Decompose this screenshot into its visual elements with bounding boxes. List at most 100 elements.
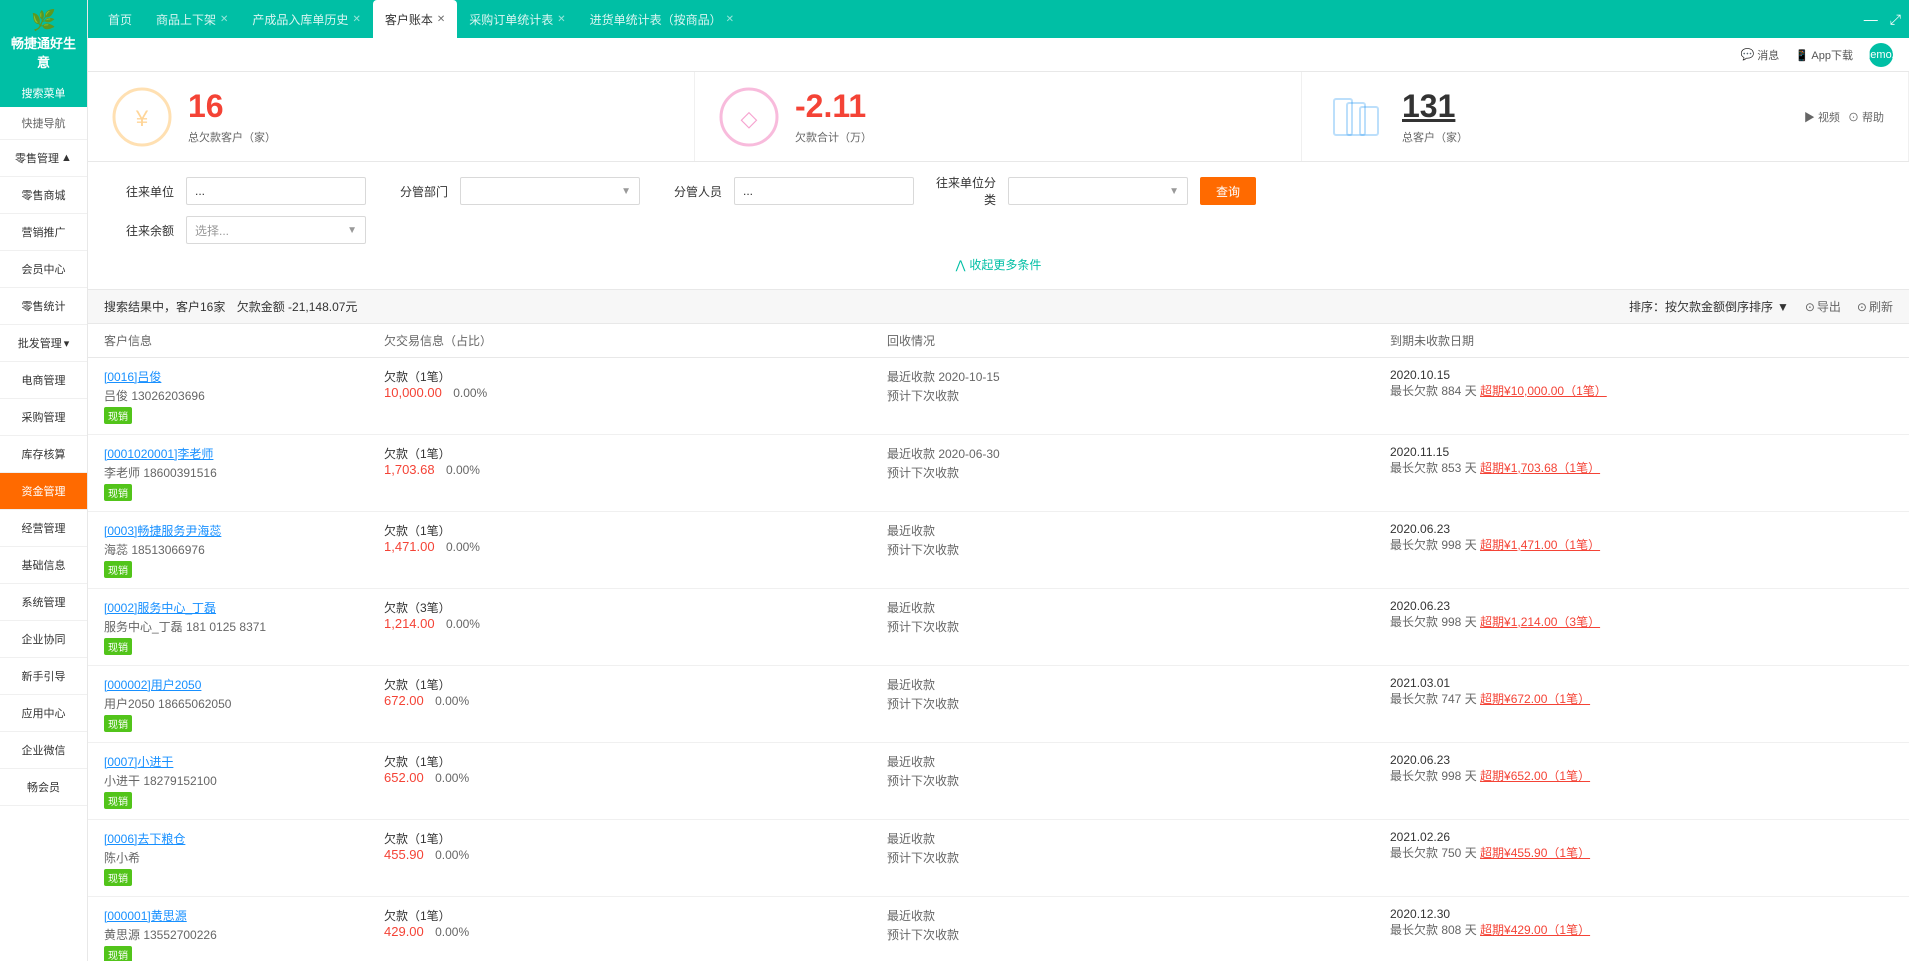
sidebar-item-search-menu[interactable]: 搜索菜单 [0, 79, 87, 107]
sidebar-item-ops-mgmt[interactable]: 经营管理 [0, 510, 87, 547]
customer-code[interactable]: [0003]畅捷服务尹海蕊 [104, 522, 384, 539]
due-info-cell: 2020.06.23 最长欠款 998 天 超期¥652.00（1笔） [1390, 753, 1893, 784]
overdue-days: 最长欠款 747 天 [1390, 692, 1480, 706]
last-collect: 最近收款 [887, 907, 1390, 924]
sidebar-item-retail-mgmt[interactable]: 零售管理 ▲ [0, 140, 87, 177]
debt-pct: 0.00% [435, 771, 469, 785]
overdue-amount[interactable]: 超期¥10,000.00（1笔） [1480, 384, 1607, 398]
customer-code[interactable]: [0001020001]李老师 [104, 445, 384, 462]
sidebar-item-purchase-mgmt[interactable]: 采购管理 [0, 399, 87, 436]
overdue-amount[interactable]: 超期¥455.90（1笔） [1480, 846, 1590, 860]
customer-info-cell: [0003]畅捷服务尹海蕊 海蕊 18513066976 现销 [104, 522, 384, 578]
sidebar-item-quick-nav[interactable]: 快捷导航 [0, 107, 87, 140]
help-button[interactable]: ⊙ 帮助 [1848, 109, 1884, 125]
filter-label-manager: 分管人员 [652, 183, 722, 200]
message-button[interactable]: 💬 消息 [1741, 47, 1780, 63]
col-header-customer: 客户信息 [104, 332, 384, 349]
overdue-amount[interactable]: 超期¥672.00（1笔） [1480, 692, 1590, 706]
last-collect: 最近收款 [887, 599, 1390, 616]
stat-value-debt: -2.11 [795, 88, 872, 125]
debt-count: 欠款（1笔） [384, 830, 887, 847]
col-header-debt: 欠交易信息（占比） [384, 332, 887, 349]
sidebar-item-retail-stats[interactable]: 零售统计 [0, 288, 87, 325]
due-info-cell: 2020.10.15 最长欠款 884 天 超期¥10,000.00（1笔） [1390, 368, 1893, 399]
query-button[interactable]: 查询 [1200, 177, 1256, 205]
debt-count: 欠款（3笔） [384, 599, 887, 616]
due-info-cell: 2020.11.15 最长欠款 853 天 超期¥1,703.68（1笔） [1390, 445, 1893, 476]
filter-input-unit[interactable]: ... [186, 177, 366, 205]
sidebar-item-finance[interactable]: 资金管理 [0, 473, 87, 510]
collapse-button[interactable]: ⋀ 收起更多条件 [104, 252, 1893, 277]
customer-contact: 吕俊 13026203696 [104, 387, 384, 404]
sidebar-item-batch-mgmt[interactable]: 批发管理 ▾ [0, 325, 87, 362]
close-icon[interactable]: ✕ [557, 14, 565, 25]
filter-input-manager[interactable]: ... [734, 177, 914, 205]
sidebar-item-retail-mall[interactable]: 零售商城 [0, 177, 87, 214]
collect-info-cell: 最近收款 预计下次收款 [887, 522, 1390, 558]
filter-select-balance[interactable]: 选择... ▼ [186, 216, 366, 244]
close-icon[interactable]: ✕ [352, 14, 360, 25]
customer-code[interactable]: [0006]去下粮仓 [104, 830, 384, 847]
chevron-down-icon: ▼ [1777, 300, 1789, 314]
customer-tag: 现销 [104, 638, 132, 655]
maximize-icon[interactable]: ⤢ [1890, 11, 1901, 28]
sidebar-item-vip-member[interactable]: 畅会员 [0, 769, 87, 806]
due-date: 2020.06.23 [1390, 522, 1893, 536]
sidebar-item-basic-info[interactable]: 基础信息 [0, 547, 87, 584]
sidebar-item-marketing[interactable]: 营销推广 [0, 214, 87, 251]
close-icon[interactable]: ✕ [220, 14, 228, 25]
tab-home[interactable]: 首页 [96, 0, 144, 38]
refresh-button[interactable]: ⊙ 刷新 [1857, 298, 1893, 315]
customer-code[interactable]: [0002]服务中心_丁磊 [104, 599, 384, 616]
table-row: [0016]吕俊 吕俊 13026203696 现销 欠款（1笔） 10,000… [88, 358, 1909, 435]
app-logo[interactable]: 🌿 畅捷通好生意 [0, 0, 87, 79]
customer-tag: 现销 [104, 484, 132, 501]
filter-label-dept: 分管部门 [378, 183, 448, 200]
tab-products[interactable]: 商品上下架 ✕ [144, 0, 240, 38]
customer-code[interactable]: [0016]吕俊 [104, 368, 384, 385]
sidebar-item-app-center[interactable]: 应用中心 [0, 695, 87, 732]
filter-select-dept[interactable]: ▼ [460, 177, 640, 205]
stat-value-total: 131 [1402, 88, 1468, 125]
overdue-amount[interactable]: 超期¥1,214.00（3笔） [1480, 615, 1600, 629]
customer-code[interactable]: [0007]小进干 [104, 753, 384, 770]
debt-count: 欠款（1笔） [384, 445, 887, 462]
sidebar-item-system-mgmt[interactable]: 系统管理 [0, 584, 87, 621]
close-icon[interactable]: ✕ [437, 14, 445, 25]
due-date: 2020.11.15 [1390, 445, 1893, 459]
customer-code[interactable]: [000002]用户2050 [104, 676, 384, 693]
sidebar-item-new-guide[interactable]: 新手引导 [0, 658, 87, 695]
sidebar-item-enterprise-wechat[interactable]: 企业微信 [0, 732, 87, 769]
debt-pct: 0.00% [446, 540, 480, 554]
due-info-cell: 2021.03.01 最长欠款 747 天 超期¥672.00（1笔） [1390, 676, 1893, 707]
overdue-amount[interactable]: 超期¥429.00（1笔） [1480, 923, 1590, 937]
tab-customer-account[interactable]: 客户账本 ✕ [373, 0, 457, 38]
sidebar-item-member-center[interactable]: 会员中心 [0, 251, 87, 288]
collect-info-cell: 最近收款 预计下次收款 [887, 599, 1390, 635]
export-button[interactable]: ⊙ 导出 [1805, 298, 1841, 315]
close-icon[interactable]: ✕ [726, 14, 734, 25]
next-collect: 预计下次收款 [887, 926, 1390, 943]
tab-stock-stats[interactable]: 进货单统计表（按商品） ✕ [578, 0, 746, 38]
sidebar-item-warehouse[interactable]: 库存核算 [0, 436, 87, 473]
table-row: [0001020001]李老师 李老师 18600391516 现销 欠款（1笔… [88, 435, 1909, 512]
minimize-icon[interactable]: — [1864, 11, 1878, 27]
overdue-amount[interactable]: 超期¥652.00（1笔） [1480, 769, 1590, 783]
filter-select-unit-type[interactable]: ▼ [1008, 177, 1188, 205]
tab-stock-history[interactable]: 产成品入库单历史 ✕ [240, 0, 372, 38]
col-header-due: 到期未收款日期 [1390, 332, 1893, 349]
collect-info-cell: 最近收款 2020-10-15 预计下次收款 [887, 368, 1390, 404]
tab-purchase-order[interactable]: 采购订单统计表 ✕ [457, 0, 577, 38]
sidebar-item-enterprise-collab[interactable]: 企业协同 [0, 621, 87, 658]
overdue-amount[interactable]: 超期¥1,471.00（1笔） [1480, 538, 1600, 552]
chevron-down-icon: ▼ [1169, 186, 1179, 197]
sort-select[interactable]: 排序：按欠款金额倒序排序 ▼ [1629, 298, 1789, 315]
customer-code[interactable]: [000001]黄思源 [104, 907, 384, 924]
app-download-button[interactable]: 📱 App下载 [1795, 47, 1853, 63]
avatar[interactable]: demo2 [1869, 43, 1893, 67]
filter-label-unit-type: 往来单位分类 [926, 174, 996, 208]
view-button[interactable]: ▶ 视频 [1804, 109, 1840, 125]
table-row: [0007]小进干 小进干 18279152100 现销 欠款（1笔） 652.… [88, 743, 1909, 820]
overdue-amount[interactable]: 超期¥1,703.68（1笔） [1480, 461, 1600, 475]
sidebar-item-ecommerce[interactable]: 电商管理 [0, 362, 87, 399]
